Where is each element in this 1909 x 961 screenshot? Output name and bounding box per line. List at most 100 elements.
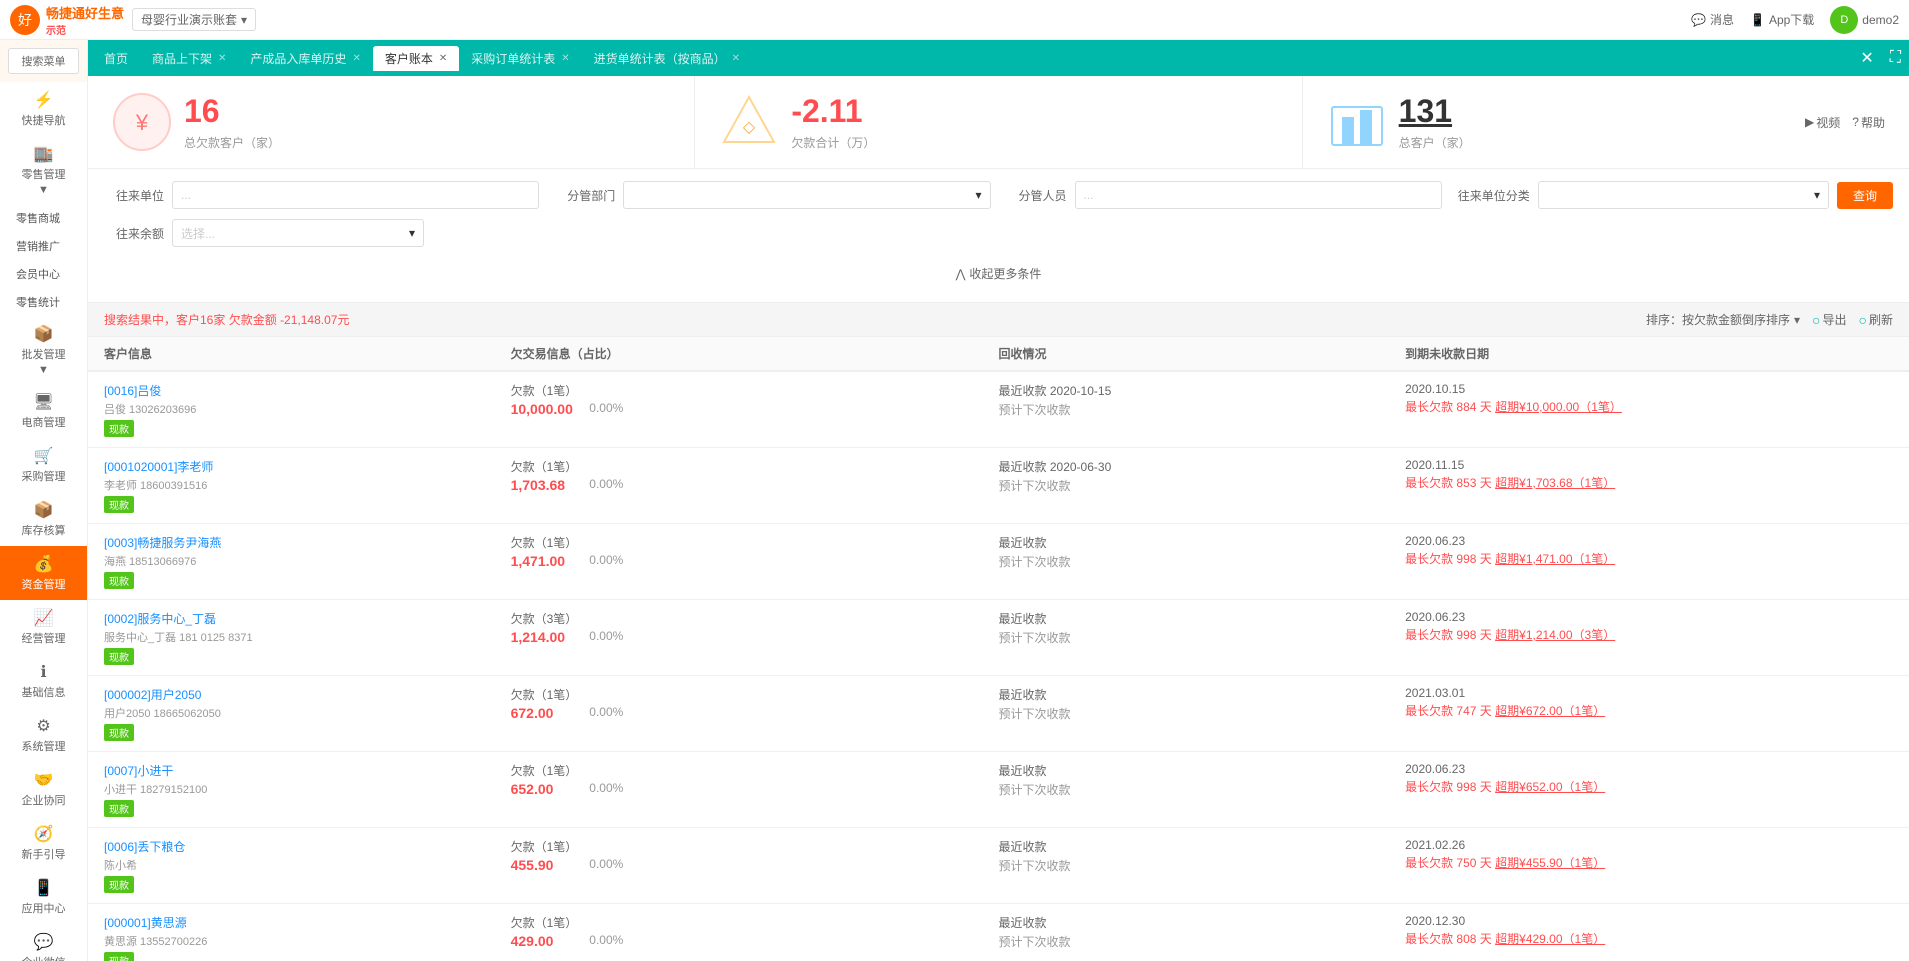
tab-close-icon2[interactable]: ✕ bbox=[352, 53, 360, 64]
inventory-icon: 📦 bbox=[34, 500, 54, 520]
sidebar-item-operations[interactable]: 📈 经营管理 bbox=[0, 600, 87, 654]
tab-close-icon[interactable]: ✕ bbox=[218, 53, 226, 64]
customer-name-4: 用户2050 bbox=[151, 688, 202, 702]
tab-incoming-stats-label: 进货单统计表（按商品） bbox=[594, 50, 726, 67]
results-actions: 排序：按欠款金额倒序排序 ▾ ○ 导出 ○ 刷新 bbox=[1646, 311, 1893, 328]
customer-cell-3: [0002]服务中心_丁磊 服务中心_丁磊 181 0125 8371 现款 bbox=[104, 610, 511, 665]
guide-icon: 🧭 bbox=[34, 824, 54, 844]
stat-card-arrear-customers: ¥ 16 总欠款客户（家） bbox=[88, 76, 695, 168]
user-menu[interactable]: D demo2 bbox=[1830, 6, 1899, 34]
customer-contact-5: 小进干 18279152100 bbox=[104, 781, 511, 797]
arrear-count-2: 欠款（1笔） bbox=[511, 534, 578, 551]
overdue-text-0[interactable]: 超期¥10,000.00（1笔） bbox=[1495, 400, 1622, 414]
customer-name-link-3[interactable]: [0002]服务中心_丁磊 bbox=[104, 610, 511, 627]
sidebar-item-retail-mall[interactable]: 零售商城 bbox=[0, 204, 87, 232]
app-download-button[interactable]: 📱 App下载 bbox=[1750, 11, 1814, 28]
tab-customer-ledger[interactable]: 客户账本 ✕ bbox=[373, 46, 459, 71]
export-button[interactable]: ○ 导出 bbox=[1812, 311, 1846, 328]
help-button[interactable]: ? 帮助 bbox=[1852, 114, 1885, 131]
sidebar-item-basic-info[interactable]: ℹ 基础信息 bbox=[0, 654, 87, 708]
video-button[interactable]: ▶ 视频 bbox=[1805, 114, 1840, 131]
tab-purchase-stats[interactable]: 采购订单统计表 ✕ bbox=[459, 46, 581, 71]
customer-name-1: 李老师 bbox=[177, 460, 213, 474]
sidebar-item-wholesale[interactable]: 📦 批发管理 ▼ bbox=[0, 316, 87, 384]
sidebar-item-inventory[interactable]: 📦 库存核算 bbox=[0, 492, 87, 546]
overdue-text-7[interactable]: 超期¥429.00（1笔） bbox=[1495, 932, 1605, 946]
stat-label-1: 总欠款客户（家） bbox=[184, 134, 280, 151]
search-menu-button[interactable]: 搜索菜单 bbox=[8, 48, 79, 74]
tab-home[interactable]: 首页 bbox=[92, 46, 140, 71]
sidebar-item-finance[interactable]: 💰 资金管理 bbox=[0, 546, 87, 600]
overdue-text-5[interactable]: 超期¥652.00（1笔） bbox=[1495, 780, 1605, 794]
customer-tag-2: 现款 bbox=[104, 572, 134, 589]
sidebar-item-member-center[interactable]: 会员中心 bbox=[0, 260, 87, 288]
avatar: D bbox=[1830, 6, 1858, 34]
customer-name-link-4[interactable]: [000002]用户2050 bbox=[104, 686, 511, 703]
sidebar-item-apps[interactable]: 📱 应用中心 bbox=[0, 870, 87, 924]
search-button[interactable]: 查询 bbox=[1837, 182, 1893, 209]
arrear-amount-6: 455.90 bbox=[511, 857, 578, 873]
filter-dept-label: 分管部门 bbox=[555, 187, 615, 204]
table-row: [0007]小进干 小进干 18279152100 现款 欠款（1笔） 652.… bbox=[88, 752, 1909, 828]
sidebar-item-retail-stats[interactable]: 零售统计 bbox=[0, 288, 87, 316]
filter-source-unit-input[interactable]: ... bbox=[172, 181, 539, 209]
ecommerce-icon: 🖥 bbox=[33, 392, 53, 412]
customer-contact-7: 黄思源 13552700226 bbox=[104, 933, 511, 949]
customer-name-link-0[interactable]: [0016]吕俊 bbox=[104, 382, 511, 399]
filter-unit-category-select[interactable]: ▾ bbox=[1538, 181, 1829, 209]
refresh-button[interactable]: ○ 刷新 bbox=[1859, 311, 1893, 328]
filter-dept-select[interactable]: ▾ bbox=[623, 181, 990, 209]
customer-code-2: [0003] bbox=[104, 536, 137, 550]
filter-manager-input[interactable]: ... bbox=[1075, 181, 1442, 209]
tabs-expand-button[interactable]: ⛶ bbox=[1886, 47, 1905, 69]
customer-name-link-5[interactable]: [0007]小进干 bbox=[104, 762, 511, 779]
sidebar-item-system[interactable]: ⚙ 系统管理 bbox=[0, 708, 87, 762]
filter-row-2: 往来余额 选择... ▾ bbox=[104, 219, 1893, 247]
filter-unit-category: 往来单位分类 ▾ 查询 bbox=[1458, 181, 1893, 209]
overdue-text-4[interactable]: 超期¥672.00（1笔） bbox=[1495, 704, 1605, 718]
sidebar-item-guide[interactable]: 🧭 新手引导 bbox=[0, 816, 87, 870]
sort-button[interactable]: 排序：按欠款金额倒序排序 ▾ bbox=[1646, 311, 1800, 328]
stat-info-3: 131 总客户（家） bbox=[1399, 93, 1471, 151]
customer-name-link-7[interactable]: [000001]黄思源 bbox=[104, 914, 511, 931]
tabs-close-all-button[interactable]: ✕ bbox=[1856, 46, 1877, 70]
overdue-text-2[interactable]: 超期¥1,471.00（1笔） bbox=[1495, 552, 1615, 566]
tab-close-icon3[interactable]: ✕ bbox=[439, 53, 447, 64]
customer-name-link-6[interactable]: [0006]丢下粮仓 bbox=[104, 838, 511, 855]
tab-incoming-stats[interactable]: 进货单统计表（按商品） ✕ bbox=[582, 46, 752, 71]
company-name: 母婴行业演示账套 bbox=[141, 11, 237, 28]
sidebar-item-quick-nav[interactable]: ⚡ 快捷导航 bbox=[0, 82, 87, 136]
overdue-text-1[interactable]: 超期¥1,703.68（1笔） bbox=[1495, 476, 1615, 490]
collapse-button[interactable]: ⋀ 收起更多条件 bbox=[108, 261, 1889, 286]
sidebar-item-purchase[interactable]: 🛒 采购管理 bbox=[0, 438, 87, 492]
company-selector[interactable]: 母婴行业演示账套 ▾ bbox=[132, 8, 256, 31]
chevron-icon: ▼ bbox=[38, 184, 49, 196]
sidebar-item-wechat-work[interactable]: 💬 企业微信 bbox=[0, 924, 87, 961]
customer-name-link-1[interactable]: [0001020001]李老师 bbox=[104, 458, 511, 475]
collab-icon: 🤝 bbox=[34, 770, 54, 790]
next-collect-label-2: 预计下次收款 bbox=[999, 553, 1406, 570]
tab-product-listing[interactable]: 商品上下架 ✕ bbox=[140, 46, 238, 71]
customer-name-link-2[interactable]: [0003]畅捷服务尹海燕 bbox=[104, 534, 511, 551]
basic-icon: ℹ bbox=[40, 662, 46, 682]
top-bar-left: 好 畅捷通好生意 示范 母婴行业演示账套 ▾ bbox=[10, 3, 256, 37]
export-label: 导出 bbox=[1823, 311, 1847, 328]
sidebar-item-retail-management[interactable]: 🏬 零售管理 ▼ bbox=[0, 136, 87, 204]
tab-close-icon4[interactable]: ✕ bbox=[561, 53, 569, 64]
message-button[interactable]: 💬 消息 bbox=[1691, 11, 1734, 28]
retail-icon: 🏬 bbox=[34, 144, 54, 164]
overdue-days-1: 最长欠款 853 天 bbox=[1405, 476, 1492, 490]
overdue-text-3[interactable]: 超期¥1,214.00（3笔） bbox=[1495, 628, 1615, 642]
overdue-text-6[interactable]: 超期¥455.90（1笔） bbox=[1495, 856, 1605, 870]
customer-tag-6: 现款 bbox=[104, 876, 134, 893]
col-header-arrear: 欠交易信息（占比） bbox=[511, 345, 999, 362]
sidebar-item-corp-collab[interactable]: 🤝 企业协同 bbox=[0, 762, 87, 816]
sidebar-item-ecommerce[interactable]: 🖥 电商管理 bbox=[0, 384, 87, 438]
arrear-cell-1: 欠款（1笔） 1,703.68 0.00% bbox=[511, 458, 999, 493]
sort-icon: ▾ bbox=[1794, 313, 1800, 327]
tab-production-history[interactable]: 产成品入库单历史 ✕ bbox=[238, 46, 372, 71]
sidebar-item-marketing[interactable]: 营销推广 bbox=[0, 232, 87, 260]
filter-balance-select[interactable]: 选择... ▾ bbox=[172, 219, 424, 247]
arrear-cell-6: 欠款（1笔） 455.90 0.00% bbox=[511, 838, 999, 873]
tab-close-icon5[interactable]: ✕ bbox=[732, 53, 740, 64]
